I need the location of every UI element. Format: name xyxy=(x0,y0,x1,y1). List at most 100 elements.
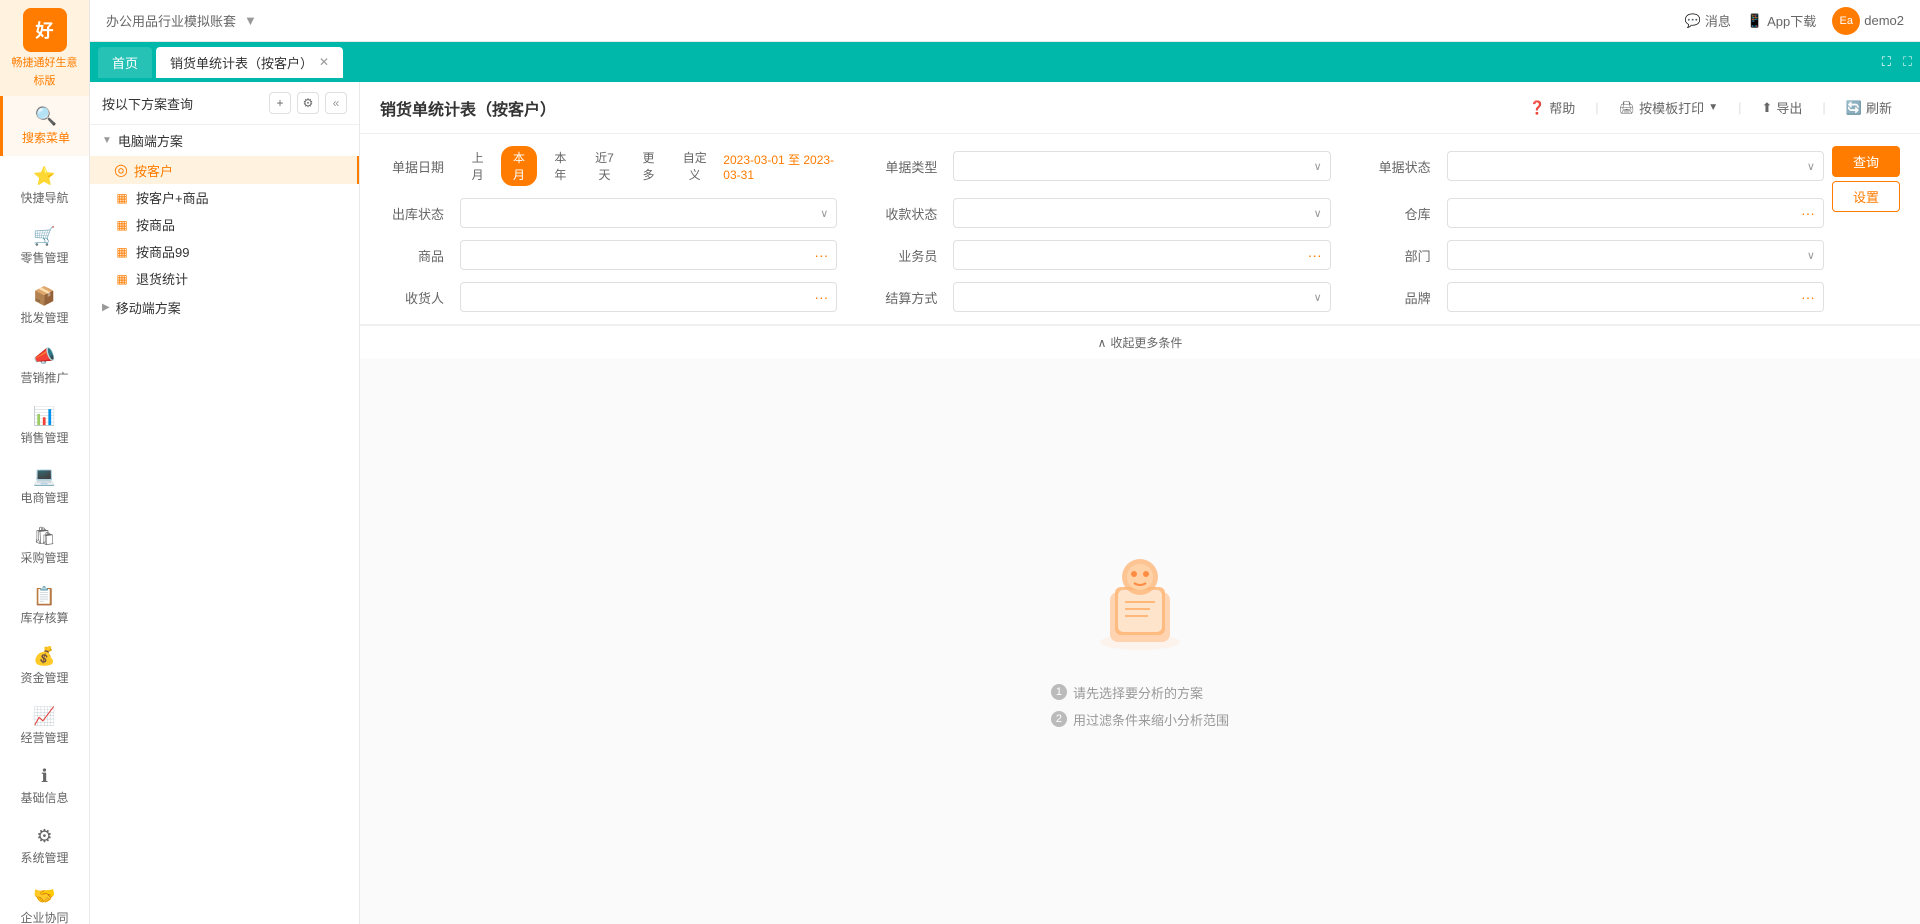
marketing-icon: 📣 xyxy=(33,346,55,367)
tree-item-label: 退货统计 xyxy=(136,269,188,288)
sidebar-item-sales[interactable]: 📊 销售管理 xyxy=(0,396,89,456)
date-btn-this-year[interactable]: 本年 xyxy=(543,146,578,186)
sidebar: 好 畅捷通好生意 标版 🔍 搜索菜单 ⭐ 快捷导航 🛒 零售管理 📦 批发管理 … xyxy=(0,0,90,924)
app-logo: 好 畅捷通好生意 标版 xyxy=(0,0,89,96)
help-icon: ❓ xyxy=(1529,100,1545,116)
out-status-dropdown[interactable]: ∨ xyxy=(460,198,837,228)
tree-item-by-customer-goods[interactable]: ▦ 按客户+商品 xyxy=(90,184,359,211)
filter-row-3: 商品 ··· 业务员 ··· xyxy=(380,240,1824,270)
doc-type-dropdown[interactable]: ∨ xyxy=(953,151,1330,181)
mobile-group-label: 移动端方案 xyxy=(116,298,181,317)
report-icon-2: ▦ xyxy=(114,217,130,233)
filter-section: 单据日期 上月 本月 本年 近7天 更多 自定义 2023-03-01 至 20… xyxy=(360,134,1920,325)
warehouse-box[interactable]: ··· xyxy=(1447,198,1824,228)
collapse-more-button[interactable]: ∧ 收起更多条件 xyxy=(360,325,1920,359)
sidebar-item-management[interactable]: 📈 经营管理 xyxy=(0,696,89,756)
tree-item-by-customer[interactable]: ◎ 按客户 xyxy=(90,156,359,184)
sidebar-item-quicknav-label: 快捷导航 xyxy=(20,189,68,206)
collapse-label: 收起更多条件 xyxy=(1110,334,1182,351)
doc-type-select: ∨ xyxy=(953,151,1330,181)
empty-tips: 1 请先选择要分析的方案 2 用过滤条件来缩小分析范围 xyxy=(1051,683,1229,737)
context-dropdown-icon[interactable]: ▼ xyxy=(244,13,257,28)
message-icon: 💬 xyxy=(1685,13,1701,29)
tree-item-return-stats[interactable]: ▦ 退货统计 xyxy=(90,265,359,292)
goods-box[interactable]: ··· xyxy=(460,240,837,270)
mobile-group[interactable]: ▶ 移动端方案 xyxy=(90,292,359,323)
sidebar-item-quicknav[interactable]: ⭐ 快捷导航 xyxy=(0,156,89,216)
recipient-dots[interactable]: ··· xyxy=(814,289,828,305)
tab-report[interactable]: 销货单统计表（按客户） ✕ xyxy=(156,47,343,78)
receipt-status-select: ∨ xyxy=(953,198,1330,228)
out-status-select: ∨ xyxy=(460,198,837,228)
date-btn-custom[interactable]: 自定义 xyxy=(672,146,717,186)
export-icon: ⬆ xyxy=(1761,100,1772,116)
receipt-status-arrow: ∨ xyxy=(1314,207,1322,220)
desktop-group[interactable]: ▼ 电脑端方案 xyxy=(90,125,359,156)
print-icon: 🖨 xyxy=(1619,100,1636,116)
tab-home[interactable]: 首页 xyxy=(98,47,152,78)
date-btn-7days[interactable]: 近7天 xyxy=(584,146,625,186)
brand-dots[interactable]: ··· xyxy=(1801,289,1815,305)
query-button[interactable]: 查询 xyxy=(1832,146,1900,177)
sidebar-item-system[interactable]: ⚙ 系统管理 xyxy=(0,816,89,876)
right-panel: 销货单统计表（按客户） ❓ 帮助 | 🖨 按模板打印 ▼ | ⬆ xyxy=(360,82,1920,924)
date-btn-more[interactable]: 更多 xyxy=(631,146,666,186)
print-dropdown-icon: ▼ xyxy=(1708,102,1718,113)
recipient-label: 收货人 xyxy=(380,288,444,307)
left-panel: 按以下方案查询 + ⚙ « ▼ 电脑端方案 xyxy=(90,82,360,924)
message-button[interactable]: 💬 消息 xyxy=(1685,11,1731,30)
active-item-icon: ◎ xyxy=(114,160,128,180)
date-btn-last-month[interactable]: 上月 xyxy=(460,146,495,186)
sidebar-item-purchase[interactable]: 🛍 采购管理 xyxy=(0,516,89,576)
basic-icon: ℹ xyxy=(41,766,48,787)
sidebar-item-finance[interactable]: 💰 资金管理 xyxy=(0,636,89,696)
date-picker: 上月 本月 本年 近7天 更多 自定义 2023-03-01 至 2023-03… xyxy=(460,146,837,186)
app-download-button[interactable]: 📱 App下载 xyxy=(1747,11,1816,30)
warehouse-dots[interactable]: ··· xyxy=(1801,205,1815,221)
sidebar-item-inventory[interactable]: 📋 库存核算 xyxy=(0,576,89,636)
settings-scheme-button[interactable]: ⚙ xyxy=(297,92,319,114)
sales-icon: 📊 xyxy=(33,406,55,427)
sidebar-item-collab[interactable]: 🤝 企业协同 xyxy=(0,876,89,924)
brand-box[interactable]: ··· xyxy=(1447,282,1824,312)
sidebar-item-search[interactable]: 🔍 搜索菜单 xyxy=(0,96,89,156)
refresh-button[interactable]: 🔄 刷新 xyxy=(1838,94,1900,121)
settlement-dropdown[interactable]: ∨ xyxy=(953,282,1330,312)
tab-maximize-button[interactable]: ⛶ xyxy=(1903,54,1912,70)
sidebar-item-ecommerce[interactable]: 💻 电商管理 xyxy=(0,456,89,516)
salesperson-box[interactable]: ··· xyxy=(953,240,1330,270)
template-print-button[interactable]: 🖨 按模板打印 ▼ xyxy=(1611,94,1726,121)
tab-expand-button[interactable]: ⛶ xyxy=(1878,50,1895,74)
department-dropdown[interactable]: ∨ xyxy=(1447,240,1824,270)
system-icon: ⚙ xyxy=(36,826,52,847)
user-menu[interactable]: Ea demo2 xyxy=(1832,7,1904,35)
date-label: 单据日期 xyxy=(380,157,444,176)
tree-item-by-goods[interactable]: ▦ 按商品 xyxy=(90,211,359,238)
export-button[interactable]: ⬆ 导出 xyxy=(1753,94,1810,121)
sidebar-item-marketing[interactable]: 📣 营销推广 xyxy=(0,336,89,396)
collapse-icon: ∧ xyxy=(1098,336,1107,350)
recipient-box[interactable]: ··· xyxy=(460,282,837,312)
goods-dots[interactable]: ··· xyxy=(814,247,828,263)
tree-item-by-goods99[interactable]: ▦ 按商品99 xyxy=(90,238,359,265)
left-panel-title: 按以下方案查询 xyxy=(102,94,193,113)
settings-button[interactable]: 设置 xyxy=(1832,181,1900,212)
help-button[interactable]: ❓ 帮助 xyxy=(1521,94,1583,121)
doc-type-label: 单据类型 xyxy=(873,157,937,176)
tab-close-icon[interactable]: ✕ xyxy=(319,55,329,69)
collapse-panel-button[interactable]: « xyxy=(325,92,347,114)
sidebar-item-basic[interactable]: ℹ 基础信息 xyxy=(0,756,89,816)
empty-svg xyxy=(1080,547,1200,667)
salesperson-dots[interactable]: ··· xyxy=(1308,247,1322,263)
sidebar-item-retail[interactable]: 🛒 零售管理 xyxy=(0,216,89,276)
date-btn-this-month[interactable]: 本月 xyxy=(501,146,536,186)
sidebar-item-wholesale[interactable]: 📦 批发管理 xyxy=(0,276,89,336)
sidebar-item-wholesale-label: 批发管理 xyxy=(20,309,68,326)
settings-icon: ⚙ xyxy=(303,96,314,110)
refresh-label: 刷新 xyxy=(1866,98,1892,117)
app-subtitle: 标版 xyxy=(34,72,56,88)
add-scheme-button[interactable]: + xyxy=(269,92,291,114)
app-title: 畅捷通好生意 xyxy=(12,54,78,70)
receipt-status-dropdown[interactable]: ∨ xyxy=(953,198,1330,228)
doc-status-dropdown[interactable]: ∨ xyxy=(1447,151,1824,181)
